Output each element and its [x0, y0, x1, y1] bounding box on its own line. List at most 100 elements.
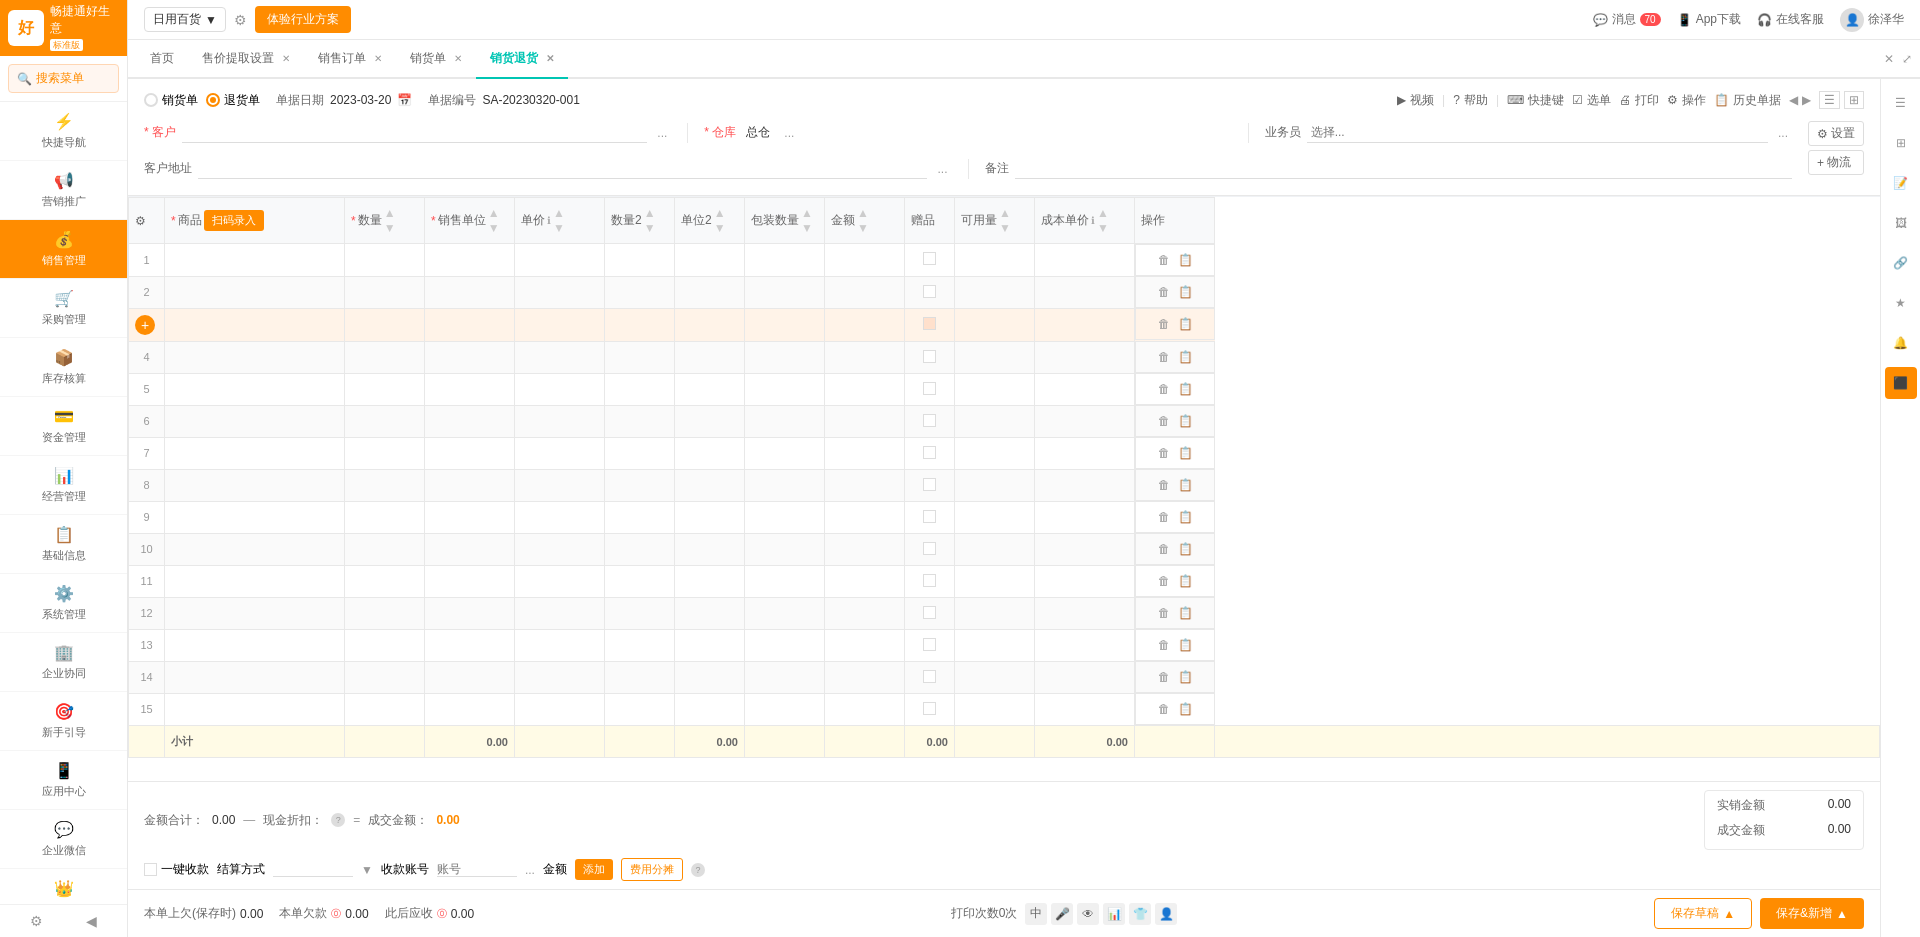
sidebar-item-finance[interactable]: 💳 资金管理: [0, 397, 127, 456]
delete-row-7[interactable]: 🗑: [1155, 444, 1173, 462]
voice-icon[interactable]: 🎤: [1051, 903, 1073, 925]
delete-row-15[interactable]: 🗑: [1155, 700, 1173, 718]
sidebar-item-marketing[interactable]: 📢 营销推广: [0, 161, 127, 220]
rp-star-icon[interactable]: ★: [1885, 287, 1917, 319]
fee-split-button[interactable]: 费用分摊: [621, 858, 683, 881]
gift-checkbox-3[interactable]: [923, 317, 936, 330]
action-operate[interactable]: ⚙ 操作: [1667, 92, 1706, 109]
tab-close-sales-price[interactable]: ✕: [282, 53, 290, 64]
gift-checkbox-12[interactable]: [923, 606, 936, 619]
close-all-tabs-icon[interactable]: ✕: [1884, 52, 1894, 66]
customer-input[interactable]: [182, 122, 647, 143]
action-history[interactable]: 📋 历史单据: [1714, 92, 1781, 109]
goods-input-3[interactable]: [171, 318, 338, 332]
delete-row-9[interactable]: 🗑: [1155, 508, 1173, 526]
message-item[interactable]: 💬 消息 70: [1593, 11, 1661, 28]
sidebar-item-member[interactable]: 👑 畅会员: [0, 869, 127, 904]
rp-grid-view-icon[interactable]: ⊞: [1885, 127, 1917, 159]
delete-row-6[interactable]: 🗑: [1155, 412, 1173, 430]
action-video[interactable]: ▶ 视频: [1397, 92, 1434, 109]
logistics-btn[interactable]: + 物流: [1808, 150, 1864, 175]
industry-selector[interactable]: 日用百货 ▼: [144, 7, 226, 32]
copy-row-5[interactable]: 📋: [1177, 380, 1195, 398]
scan-input-button[interactable]: 扫码录入: [204, 210, 264, 231]
copy-row-10[interactable]: 📋: [1177, 540, 1195, 558]
save-draft-button[interactable]: 保存草稿 ▲: [1654, 898, 1752, 929]
gift-checkbox-10[interactable]: [923, 542, 936, 555]
delete-row-11[interactable]: 🗑: [1155, 572, 1173, 590]
shirt-icon[interactable]: 👕: [1129, 903, 1151, 925]
rp-list-view-icon[interactable]: ☰: [1885, 87, 1917, 119]
collapse-icon[interactable]: ◀: [86, 913, 97, 929]
rp-image-icon[interactable]: 🖼: [1885, 207, 1917, 239]
sidebar-item-newbie[interactable]: 🎯 新手引导: [0, 692, 127, 751]
table-icon[interactable]: 📊: [1103, 903, 1125, 925]
gift-checkbox-11[interactable]: [923, 574, 936, 587]
copy-row-6[interactable]: 📋: [1177, 412, 1195, 430]
account-ellipsis[interactable]: ...: [525, 863, 535, 877]
action-print[interactable]: 🖨 打印: [1619, 92, 1659, 109]
topbar-gear-icon[interactable]: ⚙: [234, 12, 247, 28]
delete-row-1[interactable]: 🗑: [1155, 251, 1173, 269]
salesperson-ellipsis[interactable]: ...: [1774, 126, 1792, 140]
user-profile[interactable]: 👤 徐泽华: [1840, 8, 1904, 32]
sidebar-item-apps[interactable]: 📱 应用中心: [0, 751, 127, 810]
sidebar-item-inventory[interactable]: 📦 库存核算: [0, 338, 127, 397]
calc-method-input[interactable]: [273, 862, 353, 877]
next-record-icon[interactable]: ▶: [1802, 93, 1811, 107]
gift-checkbox-13[interactable]: [923, 638, 936, 651]
gift-checkbox-9[interactable]: [923, 510, 936, 523]
settings-btn[interactable]: ⚙ 设置: [1808, 121, 1864, 146]
action-select-order[interactable]: ☑ 选单: [1572, 92, 1611, 109]
online-service-item[interactable]: 🎧 在线客服: [1757, 11, 1824, 28]
delete-row-13[interactable]: 🗑: [1155, 636, 1173, 654]
copy-row-3[interactable]: 📋: [1177, 315, 1195, 333]
gift-checkbox-8[interactable]: [923, 478, 936, 491]
delete-row-2[interactable]: 🗑: [1155, 283, 1173, 301]
radio-sales[interactable]: 销货单: [144, 92, 198, 109]
sidebar-item-operation[interactable]: 📊 经营管理: [0, 456, 127, 515]
copy-row-14[interactable]: 📋: [1177, 668, 1195, 686]
tab-close-sales-return[interactable]: ✕: [546, 53, 554, 64]
expand-tabs-icon[interactable]: ⤢: [1902, 52, 1912, 66]
gift-checkbox-1[interactable]: [923, 252, 936, 265]
delete-row-12[interactable]: 🗑: [1155, 604, 1173, 622]
sidebar-item-wechat[interactable]: 💬 企业微信: [0, 810, 127, 869]
address-ellipsis[interactable]: ...: [933, 162, 951, 176]
gift-checkbox-4[interactable]: [923, 350, 936, 363]
tab-home[interactable]: 首页: [136, 40, 188, 79]
app-download-item[interactable]: 📱 App下载: [1677, 11, 1741, 28]
action-help[interactable]: ? 帮助: [1453, 92, 1488, 109]
note-input[interactable]: [1015, 158, 1793, 179]
gift-checkbox-5[interactable]: [923, 382, 936, 395]
delete-row-14[interactable]: 🗑: [1155, 668, 1173, 686]
unit-price-info-icon[interactable]: ℹ: [547, 215, 551, 226]
copy-row-2[interactable]: 📋: [1177, 283, 1195, 301]
radio-return[interactable]: 退货单: [206, 92, 260, 109]
account-input[interactable]: [437, 862, 517, 877]
fee-help-icon[interactable]: ?: [691, 863, 705, 877]
action-shortcut[interactable]: ⌨ 快捷键: [1507, 92, 1564, 109]
save-new-button[interactable]: 保存&新增 ▲: [1760, 898, 1864, 929]
copy-row-11[interactable]: 📋: [1177, 572, 1195, 590]
rp-bell-icon[interactable]: 🔔: [1885, 327, 1917, 359]
sidebar-item-sales[interactable]: 💰 销售管理: [0, 220, 127, 279]
sidebar-item-enterprise[interactable]: 🏢 企业协同: [0, 633, 127, 692]
delete-row-5[interactable]: 🗑: [1155, 380, 1173, 398]
gift-checkbox-6[interactable]: [923, 414, 936, 427]
address-input[interactable]: [198, 158, 927, 179]
view-list-icon[interactable]: ☰: [1819, 91, 1840, 109]
warehouse-ellipsis[interactable]: ...: [780, 126, 798, 140]
copy-row-9[interactable]: 📋: [1177, 508, 1195, 526]
gift-checkbox-2[interactable]: [923, 285, 936, 298]
rp-link-icon[interactable]: 🔗: [1885, 247, 1917, 279]
sidebar-item-system[interactable]: ⚙️ 系统管理: [0, 574, 127, 633]
copy-row-4[interactable]: 📋: [1177, 348, 1195, 366]
add-payment-button[interactable]: 添加: [575, 859, 613, 880]
sidebar-item-purchase[interactable]: 🛒 采购管理: [0, 279, 127, 338]
sidebar-item-quick-nav[interactable]: ⚡ 快捷导航: [0, 102, 127, 161]
calendar-icon[interactable]: 📅: [397, 93, 412, 107]
copy-row-12[interactable]: 📋: [1177, 604, 1195, 622]
input-method-icon[interactable]: 中: [1025, 903, 1047, 925]
delete-row-10[interactable]: 🗑: [1155, 540, 1173, 558]
